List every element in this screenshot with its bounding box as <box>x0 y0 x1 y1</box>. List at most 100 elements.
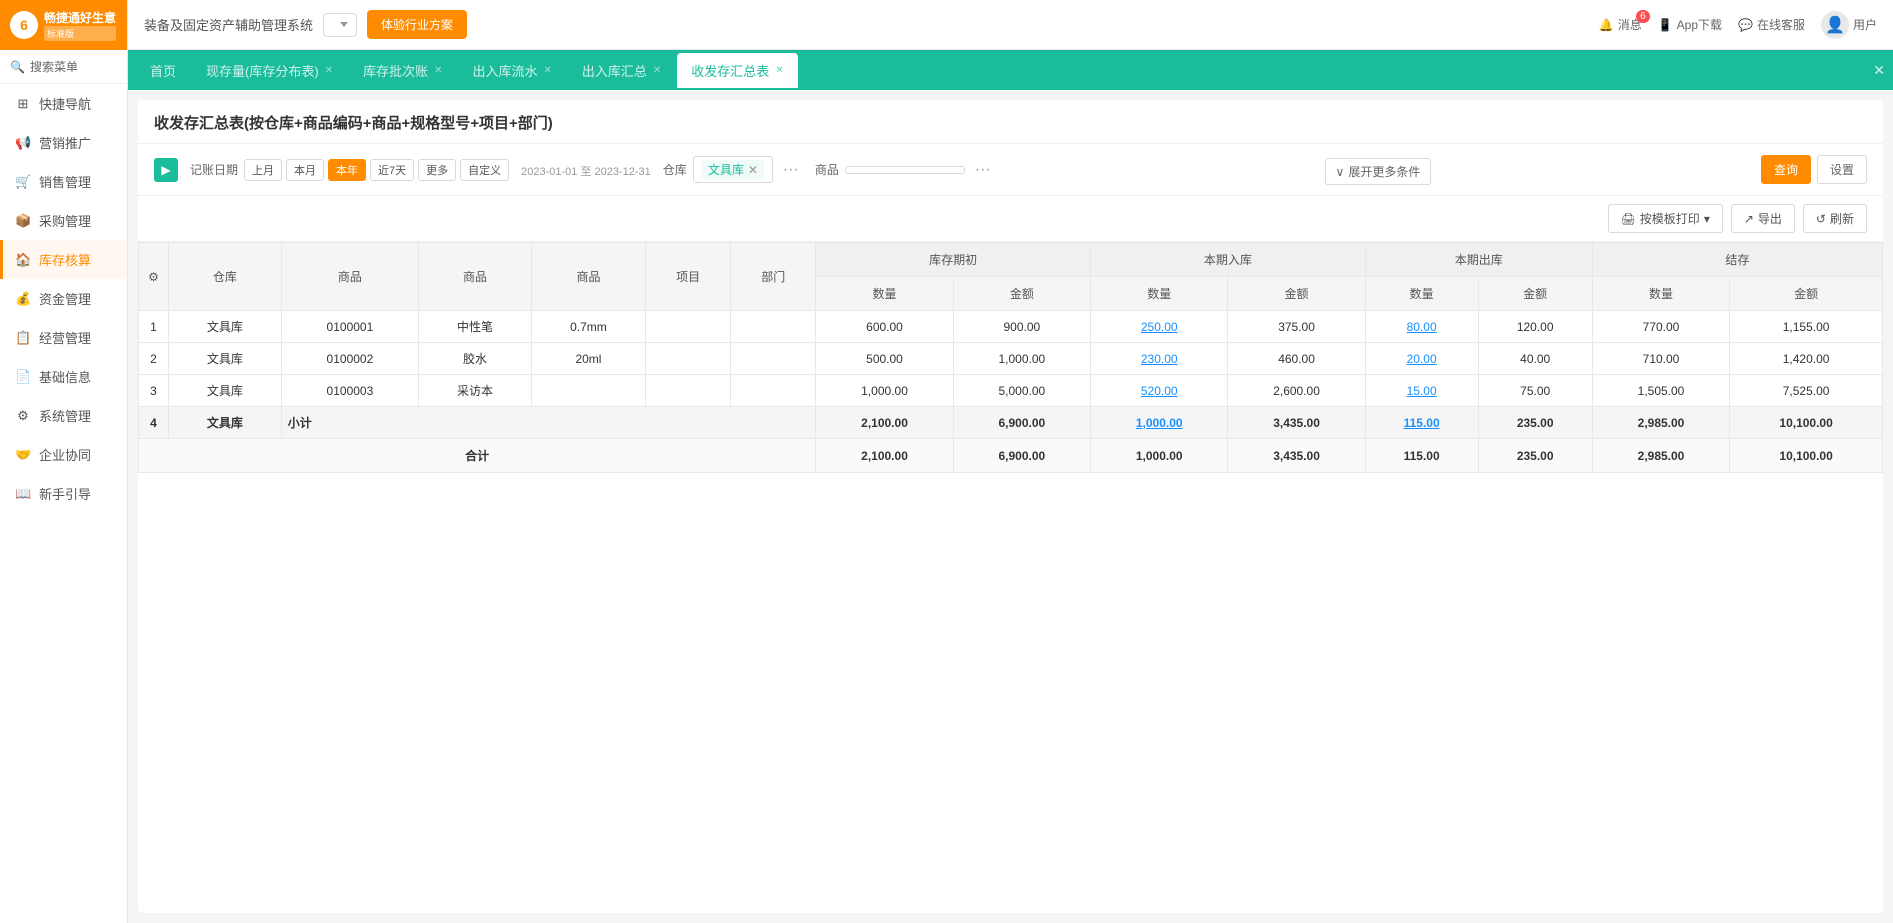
export-icon: ↗ <box>1744 212 1754 226</box>
query-button[interactable]: 查询 <box>1761 155 1811 184</box>
cell-in-qty-1[interactable]: 230.00 <box>1091 343 1228 375</box>
tab-home[interactable]: 首页 <box>136 53 190 88</box>
sidebar-item-guide[interactable]: 📖新手引导 <box>0 474 127 513</box>
printer-icon: 🖨 <box>1621 212 1636 226</box>
col-open-amt: 金额 <box>953 277 1090 311</box>
tab-label-inventory_dist: 现存量(库存分布表) <box>206 61 319 80</box>
col-out-qty: 数量 <box>1365 277 1478 311</box>
tab-close-collect_summary[interactable]: ✕ <box>775 65 783 76</box>
bell-icon: 🔔 <box>1599 18 1614 32</box>
tab-label-home: 首页 <box>150 61 176 80</box>
print-dropdown-icon: ▾ <box>1704 212 1710 226</box>
col-goods-name: 商品 <box>419 243 532 311</box>
warehouse-tag: 文具库 ✕ <box>702 160 764 179</box>
nav-icon-quick: ⊞ <box>15 96 31 112</box>
system-name: 装备及固定资产辅助管理系统 <box>144 15 313 34</box>
date-btn-上月[interactable]: 上月 <box>244 159 282 181</box>
total-close-amt: 10,100.00 <box>1730 439 1883 473</box>
tab-batch[interactable]: 库存批次账✕ <box>349 53 456 88</box>
system-select[interactable] <box>323 13 357 37</box>
col-project: 项目 <box>646 243 731 311</box>
date-btn-自定义[interactable]: 自定义 <box>460 159 509 181</box>
goods-more[interactable]: ··· <box>971 161 995 179</box>
experience-button[interactable]: 体验行业方案 <box>367 10 467 39</box>
sidebar-item-inventory[interactable]: 🏠库存核算 <box>0 240 127 279</box>
cell-in-amt-2: 2,600.00 <box>1228 375 1365 407</box>
cell-close-qty-2: 1,505.00 <box>1592 375 1729 407</box>
settings-button[interactable]: 设置 <box>1817 155 1867 184</box>
tab-close-inout_summary[interactable]: ✕ <box>653 65 661 76</box>
refresh-button[interactable]: ↺ 刷新 <box>1803 204 1867 233</box>
data-table-container: ⚙ 仓库 商品 商品 商品 项目 部门 库存期初 本期入库 本期出库 结存 <box>138 242 1883 913</box>
expand-conditions-btn[interactable]: ∨ 展开更多条件 <box>1325 158 1432 185</box>
date-btn-近7天[interactable]: 近7天 <box>370 159 414 181</box>
sidebar-item-enterprise[interactable]: 🤝企业协同 <box>0 435 127 474</box>
nav-icon-guide: 📖 <box>15 486 31 502</box>
date-range-display: 2023-01-01 至 2023-12-31 <box>521 163 651 179</box>
notification-bell[interactable]: 🔔 消息 6 <box>1599 16 1642 33</box>
close-all-tabs[interactable]: ✕ <box>1873 62 1885 79</box>
tab-inventory_dist[interactable]: 现存量(库存分布表) ✕ <box>192 53 347 88</box>
warehouse-tag-close[interactable]: ✕ <box>748 163 758 177</box>
date-btn-本月[interactable]: 本月 <box>286 159 324 181</box>
app-download[interactable]: 📱 App下载 <box>1658 16 1722 33</box>
col-out-group: 本期出库 <box>1365 243 1592 277</box>
sidebar-nav: ⊞快捷导航📢营销推广🛒销售管理📦采购管理🏠库存核算💰资金管理📋经营管理📄基础信息… <box>0 84 127 513</box>
sidebar-logo: 6 畅捷通好生意 标准版 <box>0 0 127 50</box>
sidebar: 6 畅捷通好生意 标准版 🔍 搜索菜单 ⊞快捷导航📢营销推广🛒销售管理📦采购管理… <box>0 0 128 923</box>
tab-close-batch[interactable]: ✕ <box>434 65 442 76</box>
nav-label-purchase: 采购管理 <box>39 211 91 230</box>
warehouse-filter-input[interactable]: 文具库 ✕ <box>693 156 773 183</box>
online-service[interactable]: 💬 在线客服 <box>1738 16 1805 33</box>
sub-in-qty[interactable]: 1,000.00 <box>1091 407 1228 439</box>
sidebar-item-sales[interactable]: 🛒销售管理 <box>0 162 127 201</box>
warehouse-more[interactable]: ··· <box>779 161 803 179</box>
tab-label-inout_flow: 出入库流水 <box>472 61 537 80</box>
sidebar-item-quick[interactable]: ⊞快捷导航 <box>0 84 127 123</box>
sidebar-item-base[interactable]: 📄基础信息 <box>0 357 127 396</box>
tab-inout_summary[interactable]: 出入库汇总✕ <box>568 53 675 88</box>
date-filter-group: 记账日期 上月本月本年近7天更多自定义 <box>190 159 509 181</box>
sub-index: 4 <box>139 407 169 439</box>
page-title: 收发存汇总表(按仓库+商品编码+商品+规格型号+项目+部门) <box>154 112 1867 133</box>
tab-close-inventory_dist[interactable]: ✕ <box>325 65 333 76</box>
tab-close-inout_flow[interactable]: ✕ <box>544 65 552 76</box>
cell-out-qty-0[interactable]: 80.00 <box>1365 311 1478 343</box>
nav-label-marketing: 营销推广 <box>39 133 91 152</box>
nav-icon-finance: 💰 <box>15 291 31 307</box>
cell-in-qty-0[interactable]: 250.00 <box>1091 311 1228 343</box>
nav-label-sales: 销售管理 <box>39 172 91 191</box>
sidebar-item-business[interactable]: 📋经营管理 <box>0 318 127 357</box>
tab-inout_flow[interactable]: 出入库流水 ✕ <box>458 53 565 88</box>
expand-icon: ∨ <box>1336 165 1345 179</box>
cell-spec-0: 0.7mm <box>531 311 645 343</box>
refresh-icon: ↺ <box>1816 212 1826 226</box>
sidebar-search[interactable]: 🔍 搜索菜单 <box>0 50 127 84</box>
tab-label-collect_summary: 收发存汇总表 <box>691 61 769 80</box>
cell-open-qty-1: 500.00 <box>816 343 953 375</box>
sidebar-item-marketing[interactable]: 📢营销推广 <box>0 123 127 162</box>
cell-out-qty-2[interactable]: 15.00 <box>1365 375 1478 407</box>
search-icon: 🔍 <box>10 60 25 74</box>
total-out-amt: 235.00 <box>1478 439 1592 473</box>
sidebar-item-purchase[interactable]: 📦采购管理 <box>0 201 127 240</box>
cell-in-qty-2[interactable]: 520.00 <box>1091 375 1228 407</box>
goods-filter-input[interactable] <box>845 166 965 174</box>
cell-name-1: 胶水 <box>419 343 532 375</box>
export-button[interactable]: ↗ 导出 <box>1731 204 1795 233</box>
sub-in-amt: 3,435.00 <box>1228 407 1365 439</box>
col-in-qty: 数量 <box>1091 277 1228 311</box>
sidebar-item-finance[interactable]: 💰资金管理 <box>0 279 127 318</box>
print-button[interactable]: 🖨 按模板打印 ▾ <box>1608 204 1723 233</box>
total-label: 合计 <box>139 439 816 473</box>
user-menu[interactable]: 👤 用户 <box>1821 11 1877 39</box>
tab-collect_summary[interactable]: 收发存汇总表 ✕ <box>677 53 797 88</box>
col-settings[interactable]: ⚙ <box>139 243 169 311</box>
cell-out-qty-1[interactable]: 20.00 <box>1365 343 1478 375</box>
filter-toggle-btn[interactable]: ▶ <box>154 158 178 182</box>
sidebar-item-system[interactable]: ⚙系统管理 <box>0 396 127 435</box>
date-btn-更多[interactable]: 更多 <box>418 159 456 181</box>
sub-out-qty[interactable]: 115.00 <box>1365 407 1478 439</box>
nav-icon-base: 📄 <box>15 369 31 385</box>
date-btn-本年[interactable]: 本年 <box>328 159 366 181</box>
